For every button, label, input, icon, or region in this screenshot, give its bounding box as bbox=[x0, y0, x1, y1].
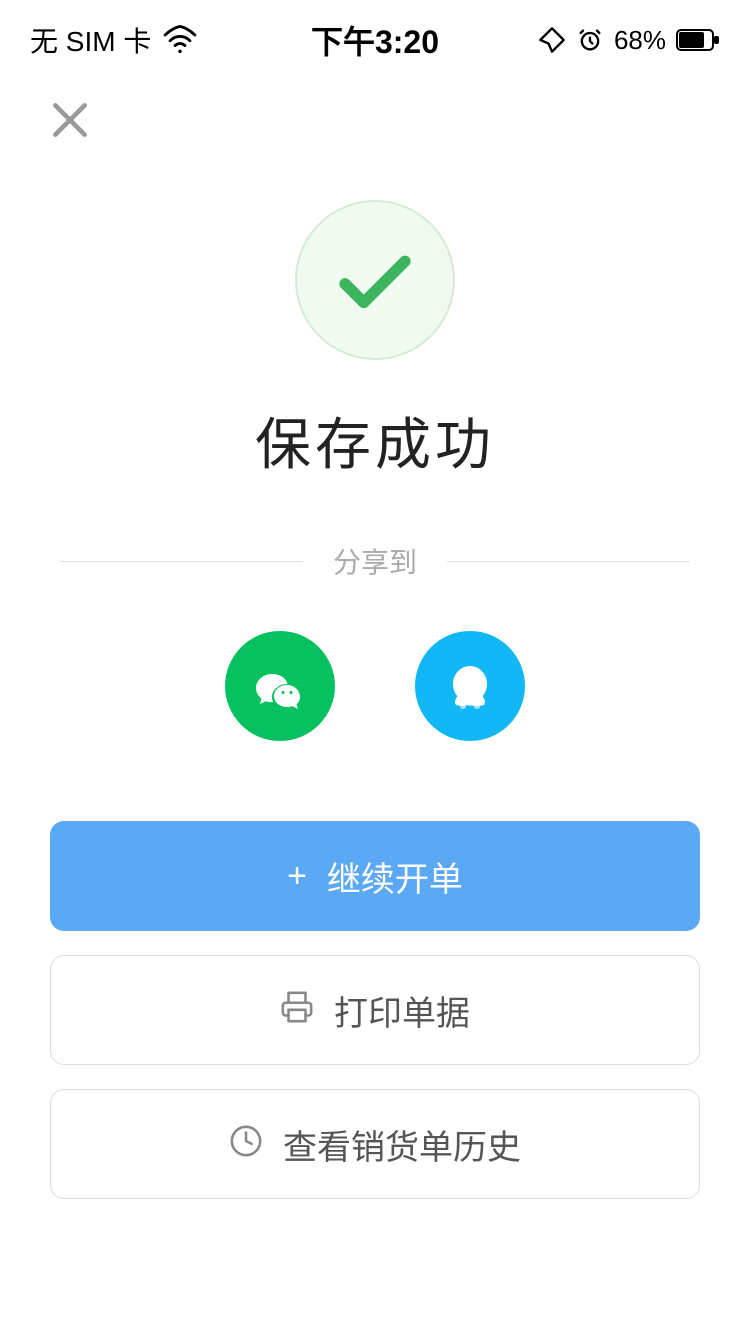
history-label: 查看销货单历史 bbox=[283, 1120, 521, 1169]
status-time: 下午3:20 bbox=[311, 17, 439, 63]
success-icon-circle bbox=[295, 200, 455, 360]
plus-icon: + bbox=[287, 859, 307, 893]
continue-label: 继续开单 bbox=[327, 852, 463, 901]
status-right: 68% bbox=[538, 25, 720, 56]
print-label: 打印单据 bbox=[334, 986, 470, 1035]
location-icon bbox=[538, 26, 566, 54]
no-sim-label: 无 SIM 卡 bbox=[30, 20, 151, 60]
action-buttons: + 继续开单 打印单据 查看销货单历史 bbox=[0, 821, 750, 1199]
wechat-icon bbox=[248, 654, 312, 718]
share-qq-button[interactable] bbox=[415, 631, 525, 741]
close-button[interactable] bbox=[40, 90, 100, 150]
battery-icon bbox=[676, 26, 720, 54]
status-bar: 无 SIM 卡 下午3:20 68% bbox=[0, 0, 750, 80]
alarm-icon bbox=[576, 26, 604, 54]
main-content: 保存成功 分享到 + 继续开单 bbox=[0, 80, 750, 1199]
print-button[interactable]: 打印单据 bbox=[50, 955, 700, 1065]
share-icons-row bbox=[225, 631, 525, 741]
history-button[interactable]: 查看销货单历史 bbox=[50, 1089, 700, 1199]
battery-percent: 68% bbox=[614, 25, 666, 56]
checkmark-icon bbox=[330, 235, 420, 325]
clock-icon bbox=[229, 1124, 263, 1164]
share-label: 分享到 bbox=[303, 541, 447, 581]
continue-button[interactable]: + 继续开单 bbox=[50, 821, 700, 931]
share-divider: 分享到 bbox=[0, 541, 750, 581]
wifi-icon bbox=[163, 23, 197, 57]
share-wechat-button[interactable] bbox=[225, 631, 335, 741]
printer-icon bbox=[280, 990, 314, 1030]
qq-icon bbox=[438, 654, 502, 718]
success-title: 保存成功 bbox=[255, 400, 495, 481]
status-left: 无 SIM 卡 bbox=[30, 20, 197, 60]
